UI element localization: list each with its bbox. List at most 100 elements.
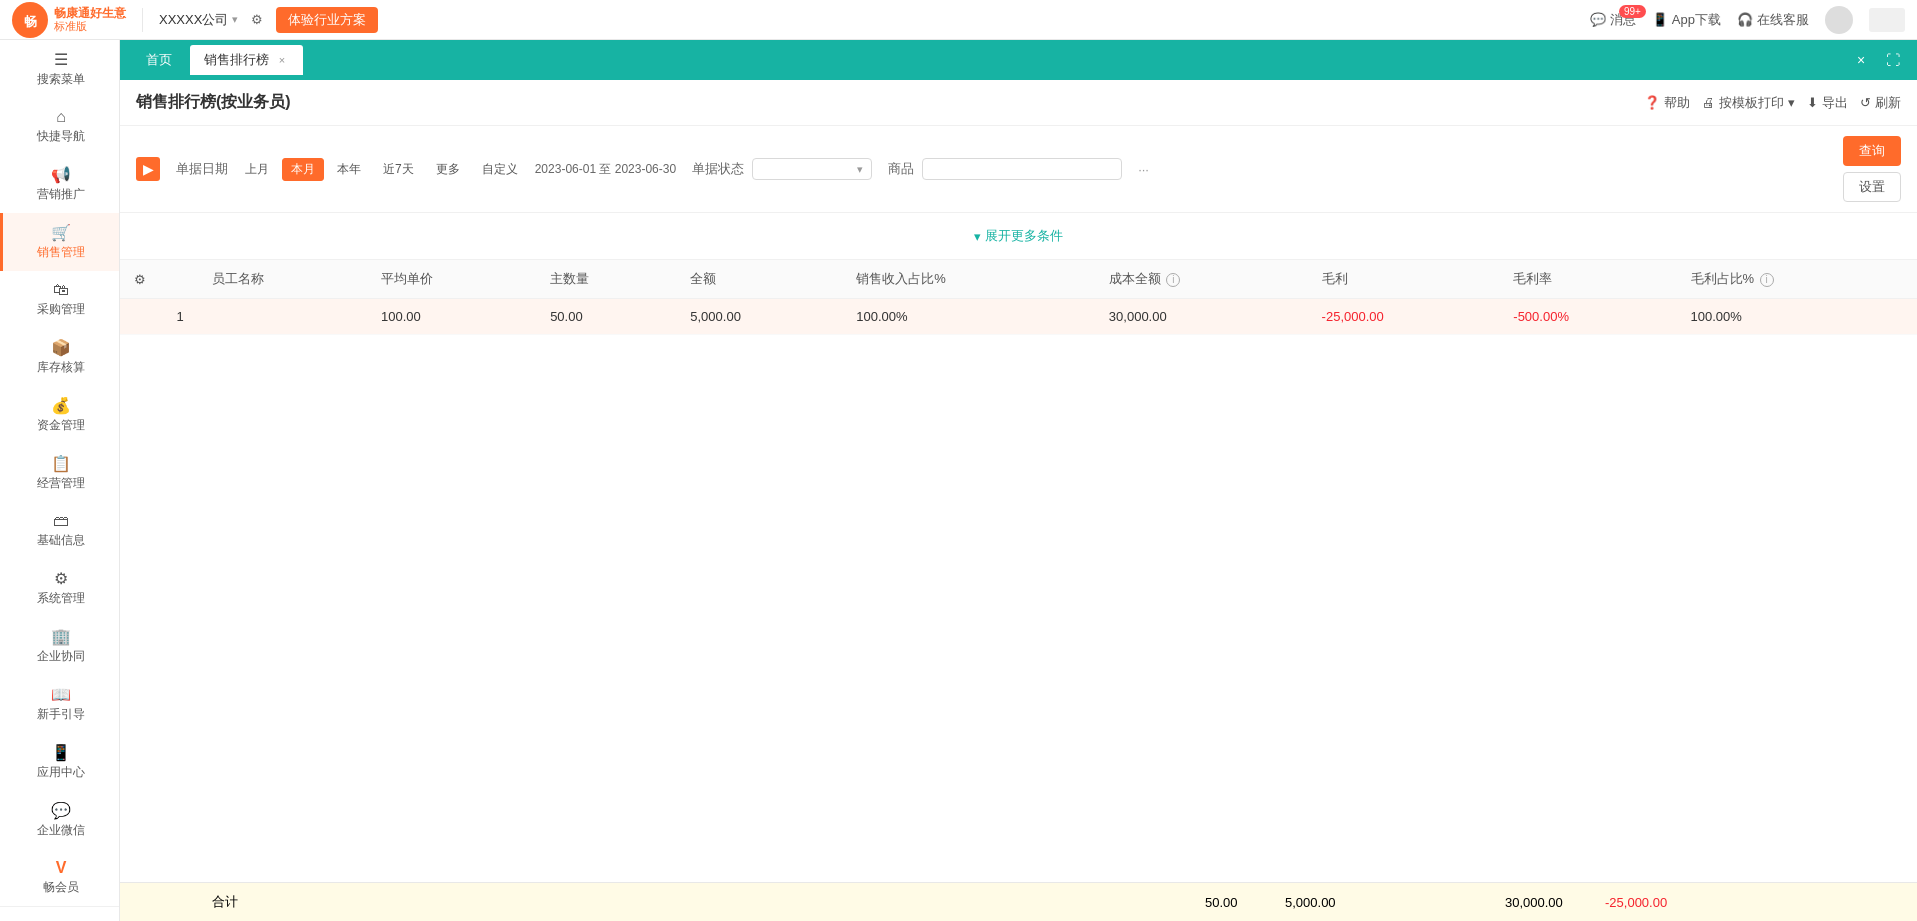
col-header-gear[interactable]: ⚙	[120, 260, 160, 299]
sidebar-item-label-apps: 应用中心	[37, 764, 85, 781]
date-tab-more[interactable]: 更多	[427, 158, 469, 181]
user-avatar[interactable]	[1825, 6, 1853, 34]
filter-expand-arrow[interactable]: ▶	[136, 157, 160, 181]
sidebar-item-enterprise[interactable]: 🏢 企业协同	[0, 617, 119, 675]
sales-icon: 🛒	[51, 223, 71, 242]
expand-conditions-button[interactable]: ▾ 展开更多条件	[974, 227, 1063, 245]
message-badge: 99+	[1619, 5, 1646, 18]
export-button[interactable]: ⬇ 导出	[1807, 94, 1848, 112]
window-close-icon[interactable]: ×	[1849, 48, 1873, 72]
trial-button[interactable]: 体验行业方案	[276, 7, 378, 33]
col-header-name: 员工名称	[200, 260, 369, 299]
help-button[interactable]: ❓ 帮助	[1644, 94, 1690, 112]
apps-icon: 📱	[51, 743, 71, 762]
sidebar-item-label-basic-info: 基础信息	[37, 532, 85, 549]
col-header-rank	[160, 260, 200, 299]
sidebar-item-label-finance: 资金管理	[37, 417, 85, 434]
sidebar-item-operation[interactable]: 📋 经营管理	[0, 444, 119, 502]
footer-cost: 30,000.00	[1505, 895, 1563, 910]
sidebar-item-search[interactable]: ☰ 搜索菜单	[0, 40, 119, 98]
report-header: 销售排行榜(按业务员) ❓ 帮助 🖨 按模板打印 ▾ ⬇	[120, 80, 1917, 126]
company-selector[interactable]: XXXXX公司 ▾	[159, 11, 238, 29]
sidebar-item-label-system: 系统管理	[37, 590, 85, 607]
print-button[interactable]: 🖨 按模板打印 ▾	[1702, 94, 1795, 112]
expand-conditions-row: ▾ 展开更多条件	[120, 213, 1917, 260]
sidebar-item-apps[interactable]: 📱 应用中心	[0, 733, 119, 791]
company-chevron-icon: ▾	[232, 13, 238, 26]
date-filter-label: 单据日期	[176, 160, 228, 178]
sidebar-item-basic-info[interactable]: 🗃 基础信息	[0, 502, 119, 559]
online-service-button[interactable]: 🎧 在线客服	[1737, 11, 1809, 29]
company-settings-icon[interactable]: ⚙	[246, 9, 268, 31]
sidebar-item-guide[interactable]: 📖 新手引导	[0, 675, 119, 733]
home-icon: ⌂	[56, 108, 66, 126]
col-header-gross: 毛利	[1310, 260, 1502, 299]
main-layout: ☰ 搜索菜单 ⌂ 快捷导航 📢 营销推广 🛒 销售管理 🛍 采购管理 📦 库存核…	[0, 40, 1917, 921]
status-chevron-icon: ▾	[857, 163, 863, 176]
col-header-gross-pct: 毛利占比% i	[1679, 260, 1918, 299]
app-name: 畅康通好生意	[54, 6, 126, 20]
cell-gross-pct: 100.00%	[1679, 299, 1918, 335]
table-footer: 合计 50.00 5,000.00 30,000.00 -25,000.00	[120, 882, 1917, 921]
user-name-placeholder	[1869, 8, 1905, 32]
date-tab-custom[interactable]: 自定义	[473, 158, 527, 181]
sidebar-item-sales[interactable]: 🛒 销售管理	[0, 213, 119, 271]
date-tab-last-7-days[interactable]: 近7天	[374, 158, 423, 181]
sidebar-collapse-icon[interactable]: ◀	[40, 915, 64, 921]
app-version: 标准版	[54, 20, 126, 33]
search-order-icon: ☰	[54, 50, 68, 69]
cell-sales-pct: 100.00%	[844, 299, 1097, 335]
date-tabs: 上月 本月 本年 近7天 更多 自定义	[236, 158, 527, 181]
query-button[interactable]: 查询	[1843, 136, 1901, 166]
footer-label: 合计	[212, 894, 238, 909]
tab-close-icon[interactable]: ×	[275, 53, 289, 67]
cost-info-icon[interactable]: i	[1166, 273, 1180, 287]
sidebar-item-wechat[interactable]: 💬 企业微信	[0, 791, 119, 849]
sidebar-item-marketing[interactable]: 📢 营销推广	[0, 155, 119, 213]
window-expand-icon[interactable]: ⛶	[1881, 48, 1905, 72]
gross-pct-info-icon[interactable]: i	[1760, 273, 1774, 287]
sidebar-item-system[interactable]: ⚙ 系统管理	[0, 559, 119, 617]
date-tab-last-month[interactable]: 上月	[236, 158, 278, 181]
sidebar-item-inventory[interactable]: 📦 库存核算	[0, 328, 119, 386]
sidebar-item-finance[interactable]: 💰 资金管理	[0, 386, 119, 444]
goods-input[interactable]	[922, 158, 1122, 180]
col-header-gross-rate: 毛利率	[1501, 260, 1678, 299]
goods-input-value	[931, 162, 1113, 176]
date-tab-this-month[interactable]: 本月	[282, 158, 324, 181]
refresh-button[interactable]: ↺ 刷新	[1860, 94, 1901, 112]
sidebar-settings-icon[interactable]: ⚙	[8, 915, 32, 921]
app-download-icon: 📱	[1652, 12, 1668, 27]
refresh-label: 刷新	[1875, 94, 1901, 112]
page-content: 销售排行榜(按业务员) ❓ 帮助 🖨 按模板打印 ▾ ⬇	[120, 80, 1917, 921]
app-download-button[interactable]: 📱 App下载	[1652, 11, 1721, 29]
cell-rank: 1	[160, 299, 200, 335]
sidebar-item-purchase[interactable]: 🛍 采购管理	[0, 271, 119, 328]
tab-sales-ranking[interactable]: 销售排行榜 ×	[190, 45, 303, 75]
cell-amount: 5,000.00	[678, 299, 844, 335]
tab-home[interactable]: 首页	[132, 45, 186, 75]
table-header-row: ⚙ 员工名称 平均单价 主数量 全额 销售收入占比% 成本全额 i	[120, 260, 1917, 299]
app-download-label: App下载	[1672, 11, 1721, 29]
sidebar-item-member[interactable]: V 畅会员	[0, 849, 119, 906]
date-tab-this-year[interactable]: 本年	[328, 158, 370, 181]
export-label: 导出	[1822, 94, 1848, 112]
sidebar-item-label-sales: 销售管理	[37, 244, 85, 261]
settings-button[interactable]: 设置	[1843, 172, 1901, 202]
sidebar-item-label-inventory: 库存核算	[37, 359, 85, 376]
tab-home-label: 首页	[146, 52, 172, 67]
status-filter-row: 单据状态 ▾	[692, 158, 872, 180]
message-button[interactable]: 💬 消息 99+	[1590, 11, 1636, 29]
sidebar-item-quick-nav[interactable]: ⌂ 快捷导航	[0, 98, 119, 155]
goods-filter-label: 商品	[888, 160, 914, 178]
sidebar: ☰ 搜索菜单 ⌂ 快捷导航 📢 营销推广 🛒 销售管理 🛍 采购管理 📦 库存核…	[0, 40, 120, 921]
status-select[interactable]: ▾	[752, 158, 872, 180]
print-icon: 🖨	[1702, 95, 1715, 110]
filter-more-icon[interactable]: ···	[1138, 162, 1149, 177]
member-icon: V	[56, 859, 67, 877]
expand-conditions-label: 展开更多条件	[985, 227, 1063, 245]
tab-bar-right: × ⛶	[1849, 48, 1905, 72]
col-header-avg-price: 平均单价	[369, 260, 538, 299]
sidebar-bottom: ⚙ ◀	[0, 906, 119, 921]
footer-gross: -25,000.00	[1605, 895, 1667, 910]
